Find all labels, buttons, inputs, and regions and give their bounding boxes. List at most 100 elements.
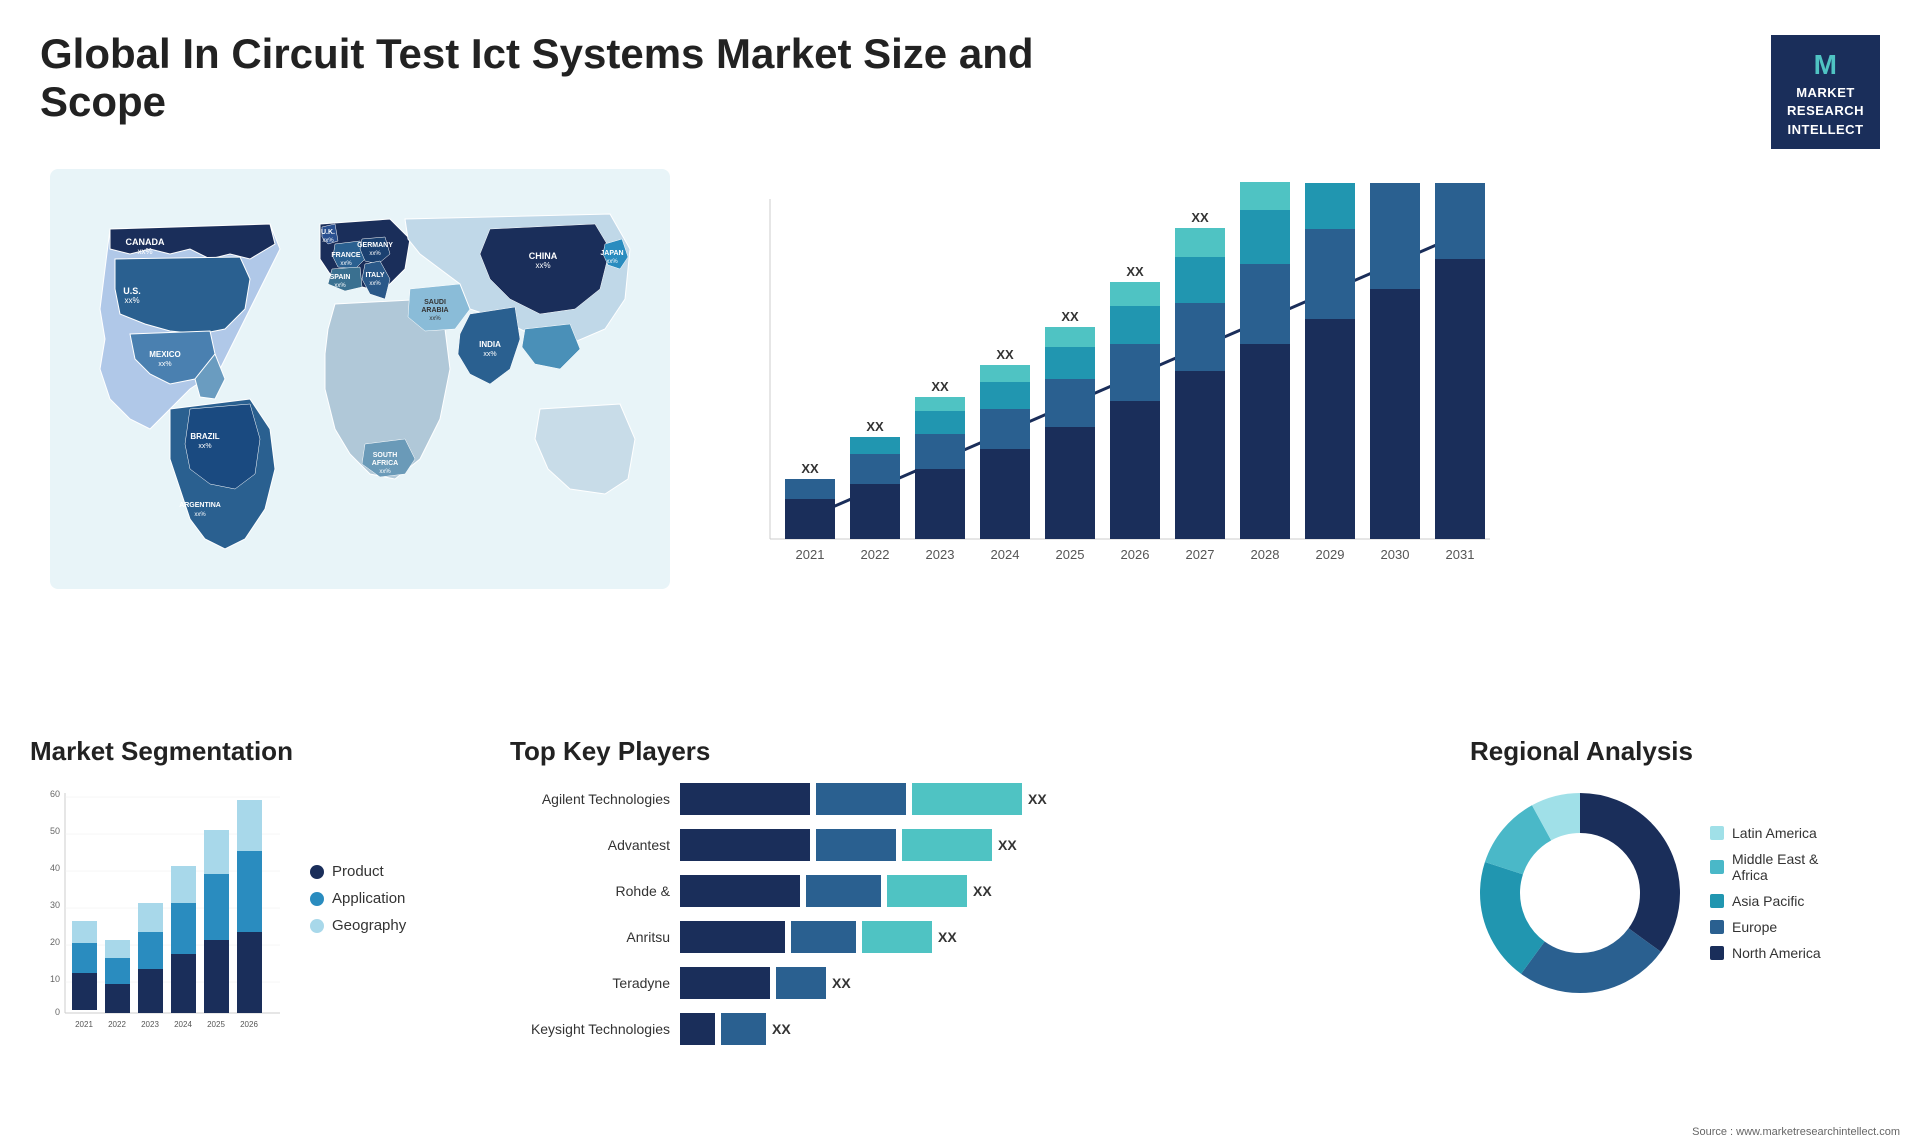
bar-light-anritsu (862, 921, 932, 953)
svg-text:2031: 2031 (1446, 547, 1475, 562)
regional-label-na: North America (1732, 945, 1821, 961)
svg-text:2025: 2025 (207, 1020, 225, 1029)
regional-title: Regional Analysis (1470, 736, 1890, 767)
svg-text:SAUDI: SAUDI (424, 299, 446, 306)
svg-text:xx%: xx% (606, 259, 618, 265)
map-section: CANADA xx% U.S. xx% MEXICO xx% BRAZIL xx… (30, 159, 690, 639)
svg-text:xx%: xx% (158, 361, 171, 368)
regional-label-europe: Europe (1732, 919, 1777, 935)
bar-dark-teradyne (680, 967, 770, 999)
legend-dot-application (310, 892, 324, 906)
svg-text:xx%: xx% (379, 469, 391, 475)
regional-chart-container: Latin America Middle East &Africa Asia P… (1470, 783, 1890, 1003)
player-xx-keysight: XX (772, 1021, 791, 1037)
regional-dot-europe (1710, 920, 1724, 934)
svg-text:XX: XX (866, 419, 884, 434)
svg-text:10: 10 (50, 974, 60, 984)
svg-text:2022: 2022 (861, 547, 890, 562)
key-players-section: Top Key Players Agilent Technologies XX … (480, 716, 1440, 1146)
svg-text:ITALY: ITALY (365, 272, 384, 279)
bar-mid-agilent (816, 783, 906, 815)
bar-mid-anritsu (791, 921, 856, 953)
svg-text:xx%: xx% (369, 281, 381, 287)
svg-text:2025: 2025 (1056, 547, 1085, 562)
legend-label-product: Product (332, 863, 384, 880)
player-xx-advantest: XX (998, 837, 1017, 853)
logo-box: M MARKET RESEARCH INTELLECT (1771, 35, 1880, 149)
player-row-teradyne: Teradyne XX (510, 967, 1410, 999)
svg-text:2027: 2027 (1186, 547, 1215, 562)
bar-mid-teradyne (776, 967, 826, 999)
svg-text:XX: XX (1256, 179, 1274, 182)
regional-item-mea: Middle East &Africa (1710, 851, 1821, 883)
svg-text:2024: 2024 (174, 1020, 192, 1029)
svg-text:U.K.: U.K. (321, 229, 335, 236)
bar-light-advantest (902, 829, 992, 861)
player-xx-teradyne: XX (832, 975, 851, 991)
svg-text:FRANCE: FRANCE (331, 252, 360, 259)
svg-text:xx%: xx% (194, 512, 206, 518)
legend-dot-geography (310, 919, 324, 933)
logo-area: M MARKET RESEARCH INTELLECT (1771, 35, 1880, 149)
svg-text:U.S.: U.S. (123, 286, 141, 296)
regional-section: Regional Analysis Latin Amer (1440, 716, 1920, 1146)
bar-mid-advantest (816, 829, 896, 861)
donut-chart (1470, 783, 1690, 1003)
legend-product: Product (310, 863, 406, 880)
svg-text:50: 50 (50, 826, 60, 836)
regional-label-mea: Middle East &Africa (1732, 851, 1818, 883)
svg-text:2021: 2021 (796, 547, 825, 562)
svg-text:30: 30 (50, 900, 60, 910)
bar-dark-agilent (680, 783, 810, 815)
player-row-advantest: Advantest XX (510, 829, 1410, 861)
svg-text:40: 40 (50, 863, 60, 873)
svg-text:AFRICA: AFRICA (372, 460, 398, 467)
svg-text:xx%: xx% (334, 283, 346, 289)
svg-text:xx%: xx% (535, 261, 550, 270)
bar-light-rohde (887, 875, 967, 907)
legend-dot-product (310, 865, 324, 879)
regional-label-latin: Latin America (1732, 825, 1817, 841)
player-name-advantest: Advantest (510, 837, 670, 853)
svg-text:2029: 2029 (1316, 547, 1345, 562)
player-bar-anritsu: XX (680, 921, 1410, 953)
bar-mid-rohde (806, 875, 881, 907)
bar-dark-keysight (680, 1013, 715, 1045)
player-name-anritsu: Anritsu (510, 929, 670, 945)
svg-text:2030: 2030 (1381, 547, 1410, 562)
player-bar-advantest: XX (680, 829, 1410, 861)
svg-text:GERMANY: GERMANY (357, 242, 393, 249)
svg-text:2023: 2023 (141, 1020, 159, 1029)
segmentation-legend: Product Application Geography (310, 783, 406, 934)
player-xx-agilent: XX (1028, 791, 1047, 807)
bar-mid-keysight (721, 1013, 766, 1045)
player-bar-teradyne: XX (680, 967, 1410, 999)
svg-text:xx%: xx% (124, 296, 139, 305)
regional-legend: Latin America Middle East &Africa Asia P… (1710, 825, 1821, 961)
svg-text:XX: XX (801, 461, 819, 476)
legend-geography: Geography (310, 917, 406, 934)
svg-text:XX: XX (1191, 210, 1209, 225)
regional-item-apac: Asia Pacific (1710, 893, 1821, 909)
player-row-rohde: Rohde & XX (510, 875, 1410, 907)
bar-chart-section: XX 2021 XX 2022 XX 2023 XX 2024 (690, 159, 1890, 639)
svg-text:2021: 2021 (75, 1020, 93, 1029)
regional-item-europe: Europe (1710, 919, 1821, 935)
bar-dark-rohde (680, 875, 800, 907)
svg-text:2022: 2022 (108, 1020, 126, 1029)
regional-dot-latin (1710, 826, 1724, 840)
svg-text:XX: XX (1321, 179, 1339, 182)
world-map: CANADA xx% U.S. xx% MEXICO xx% BRAZIL xx… (50, 169, 670, 589)
player-row-keysight: Keysight Technologies XX (510, 1013, 1410, 1045)
svg-text:xx%: xx% (340, 261, 352, 267)
svg-text:XX: XX (1386, 179, 1404, 182)
player-bar-keysight: XX (680, 1013, 1410, 1045)
regional-item-na: North America (1710, 945, 1821, 961)
svg-text:ARABIA: ARABIA (421, 307, 448, 314)
page-header: Global In Circuit Test Ict Systems Marke… (0, 0, 1920, 159)
svg-text:xx%: xx% (369, 251, 381, 257)
svg-text:20: 20 (50, 937, 60, 947)
segmentation-title: Market Segmentation (30, 736, 450, 767)
svg-text:XX: XX (1451, 179, 1469, 182)
player-row-agilent: Agilent Technologies XX (510, 783, 1410, 815)
